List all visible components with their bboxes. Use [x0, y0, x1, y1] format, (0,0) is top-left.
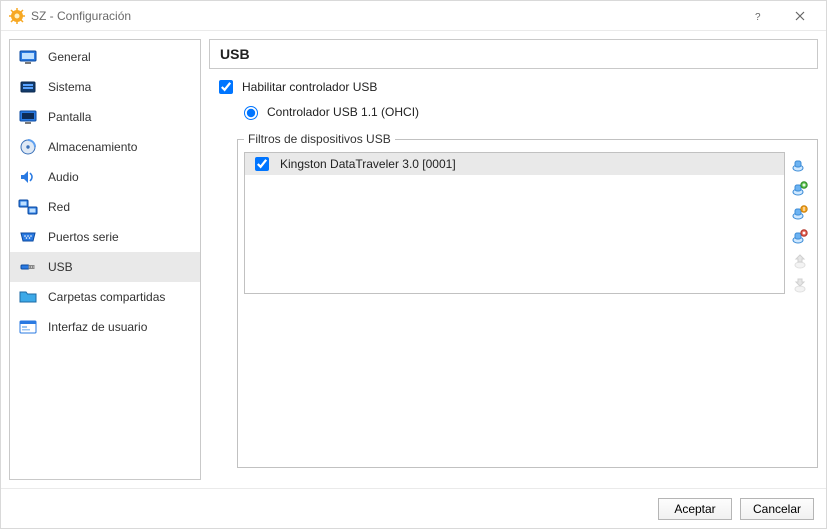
move-filter-down-button[interactable]	[791, 276, 809, 294]
sidebar-item-label: Red	[48, 200, 70, 214]
sidebar-item-audio[interactable]: Audio	[10, 162, 200, 192]
titlebar: SZ - Configuración ?	[1, 1, 826, 31]
edit-filter-button[interactable]	[791, 204, 809, 222]
usb-settings: Habilitar controlador USB Controlador US…	[209, 69, 818, 480]
window-title: SZ - Configuración	[31, 9, 738, 23]
titlebar-controls: ?	[738, 2, 820, 30]
usb-device-row[interactable]: Kingston DataTraveler 3.0 [0001]	[245, 153, 784, 175]
app-icon	[9, 8, 25, 24]
sidebar-item-label: Almacenamiento	[48, 140, 137, 154]
enable-usb-input[interactable]	[219, 80, 233, 94]
sidebar-item-storage[interactable]: Almacenamiento	[10, 132, 200, 162]
content-pane: USB Habilitar controlador USB Controlado…	[209, 39, 818, 480]
category-sidebar: General Sistema Pantalla Almacenamiento	[9, 39, 201, 480]
section-header: USB	[209, 39, 818, 69]
sidebar-item-label: General	[48, 50, 91, 64]
folder-icon	[18, 287, 38, 307]
enable-usb-checkbox[interactable]: Habilitar controlador USB	[215, 77, 818, 97]
remove-filter-button[interactable]	[791, 228, 809, 246]
storage-icon	[18, 137, 38, 157]
sidebar-item-system[interactable]: Sistema	[10, 72, 200, 102]
serial-icon	[18, 227, 38, 247]
usb-device-checkbox[interactable]	[255, 157, 269, 171]
usb-controller-input[interactable]	[244, 106, 258, 120]
sidebar-item-ui[interactable]: Interfaz de usuario	[10, 312, 200, 342]
usb-device-label: Kingston DataTraveler 3.0 [0001]	[280, 157, 456, 171]
usb-filters-legend: Filtros de dispositivos USB	[244, 132, 395, 146]
sidebar-item-usb[interactable]: USB	[10, 252, 200, 282]
sidebar-item-shared-folders[interactable]: Carpetas compartidas	[10, 282, 200, 312]
usb-filters-group: Filtros de dispositivos USB Kingston Dat…	[237, 132, 818, 468]
settings-window: SZ - Configuración ? General Sistema	[0, 0, 827, 529]
usb-icon	[18, 257, 38, 277]
dialog-body: General Sistema Pantalla Almacenamiento	[1, 31, 826, 488]
sidebar-item-label: Puertos serie	[48, 230, 119, 244]
cancel-button[interactable]: Cancelar	[740, 498, 814, 520]
usb-controller-label: Controlador USB 1.1 (OHCI)	[267, 105, 419, 119]
sidebar-item-label: Pantalla	[48, 110, 91, 124]
sidebar-item-label: Carpetas compartidas	[48, 290, 165, 304]
sidebar-item-label: Interfaz de usuario	[48, 320, 147, 334]
svg-text:?: ?	[755, 12, 761, 21]
sidebar-item-label: USB	[48, 260, 73, 274]
ui-icon	[18, 317, 38, 337]
sidebar-item-serial[interactable]: Puertos serie	[10, 222, 200, 252]
close-button[interactable]	[780, 2, 820, 30]
usb-controller-radio[interactable]: Controlador USB 1.1 (OHCI)	[215, 103, 818, 120]
network-icon	[18, 197, 38, 217]
ok-button[interactable]: Aceptar	[658, 498, 732, 520]
audio-icon	[18, 167, 38, 187]
sidebar-item-label: Audio	[48, 170, 79, 184]
move-filter-up-button[interactable]	[791, 252, 809, 270]
sidebar-item-general[interactable]: General	[10, 42, 200, 72]
usb-device-list[interactable]: Kingston DataTraveler 3.0 [0001]	[244, 152, 785, 294]
sidebar-item-label: Sistema	[48, 80, 91, 94]
sidebar-item-network[interactable]: Red	[10, 192, 200, 222]
enable-usb-label: Habilitar controlador USB	[242, 80, 377, 94]
general-icon	[18, 47, 38, 67]
add-empty-filter-button[interactable]	[791, 156, 809, 174]
add-from-device-button[interactable]	[791, 180, 809, 198]
sidebar-item-display[interactable]: Pantalla	[10, 102, 200, 132]
system-icon	[18, 77, 38, 97]
display-icon	[18, 107, 38, 127]
help-button[interactable]: ?	[738, 2, 778, 30]
usb-filter-actions	[789, 152, 811, 294]
dialog-footer: Aceptar Cancelar	[1, 488, 826, 528]
